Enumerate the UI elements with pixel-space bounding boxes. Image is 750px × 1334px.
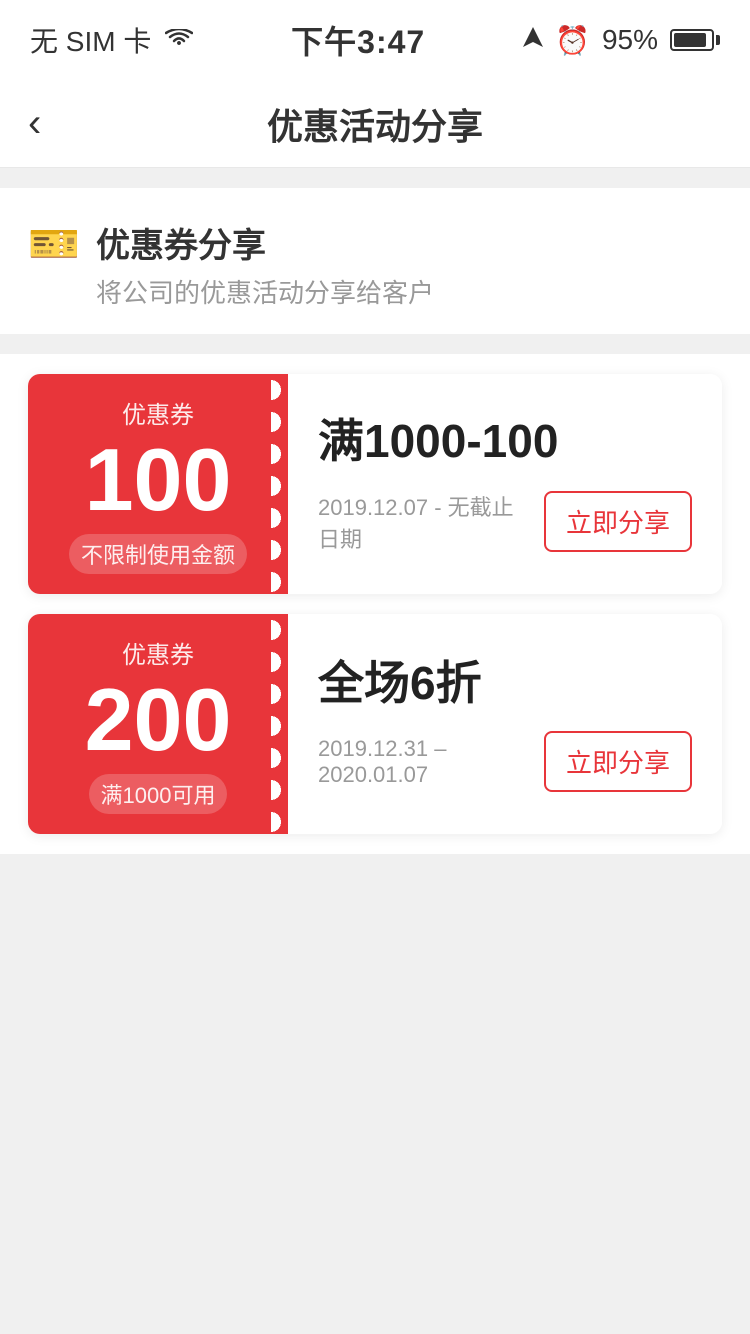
alarm-icon: ⏰ [555,24,590,57]
battery-percent: 95% [602,24,658,56]
coupon-right-1: 满1000-100 2019.12.07 - 无截止日期 立即分享 [288,374,722,594]
back-button[interactable]: ‹ [28,101,41,146]
coupon-share-btn-2[interactable]: 立即分享 [544,731,692,792]
coupon-amount-1: 100 [85,436,232,524]
coupon-meta-1: 2019.12.07 - 无截止日期 立即分享 [318,490,692,554]
coupon-label-1: 优惠券 [122,395,194,430]
coupon-condition-2: 满1000可用 [89,774,228,814]
coupon-label-2: 优惠券 [122,635,194,670]
coupon-name-1: 满1000-100 [318,414,692,469]
coupon-date-2: 2019.12.31 – 2020.01.07 [318,736,528,788]
coupon-card-2: 优惠券 200 满1000可用 全场6折 2019.12.31 – 2020.0… [28,614,722,834]
carrier-label: 无 SIM 卡 [30,20,151,60]
coupon-share-btn-1[interactable]: 立即分享 [544,491,692,552]
page-title: 优惠活动分享 [267,98,483,150]
battery-icon [670,29,720,51]
status-time: 下午3:47 [291,17,425,63]
coupon-left-1: 优惠券 100 不限制使用金额 [28,374,288,594]
coupon-amount-2: 200 [85,676,232,764]
status-bar: 无 SIM 卡 下午3:47 ⏰ 95% [0,0,750,80]
coupon-left-2: 优惠券 200 满1000可用 [28,614,288,834]
wifi-icon [165,24,193,56]
coupon-meta-2: 2019.12.31 – 2020.01.07 立即分享 [318,731,692,792]
coupon-list: 优惠券 100 不限制使用金额 满1000-100 2019.12.07 - 无… [0,354,750,854]
status-left: 无 SIM 卡 [30,20,193,60]
coupon-right-2: 全场6折 2019.12.31 – 2020.01.07 立即分享 [288,614,722,834]
section-header: 🎫 优惠券分享 将公司的优惠活动分享给客户 [0,188,750,334]
coupon-condition-1: 不限制使用金额 [69,534,247,574]
section-subtitle: 将公司的优惠活动分享给客户 [96,273,434,310]
location-icon [523,24,543,56]
status-right: ⏰ 95% [523,24,720,57]
coupon-card-1: 优惠券 100 不限制使用金额 满1000-100 2019.12.07 - 无… [28,374,722,594]
coupon-share-icon: 🎫 [28,218,80,270]
coupon-date-1: 2019.12.07 - 无截止日期 [318,490,528,554]
section-text-block: 优惠券分享 将公司的优惠活动分享给客户 [96,218,434,310]
coupon-name-2: 全场6折 [318,656,692,711]
nav-bar: ‹ 优惠活动分享 [0,80,750,168]
section-title: 优惠券分享 [96,218,434,267]
